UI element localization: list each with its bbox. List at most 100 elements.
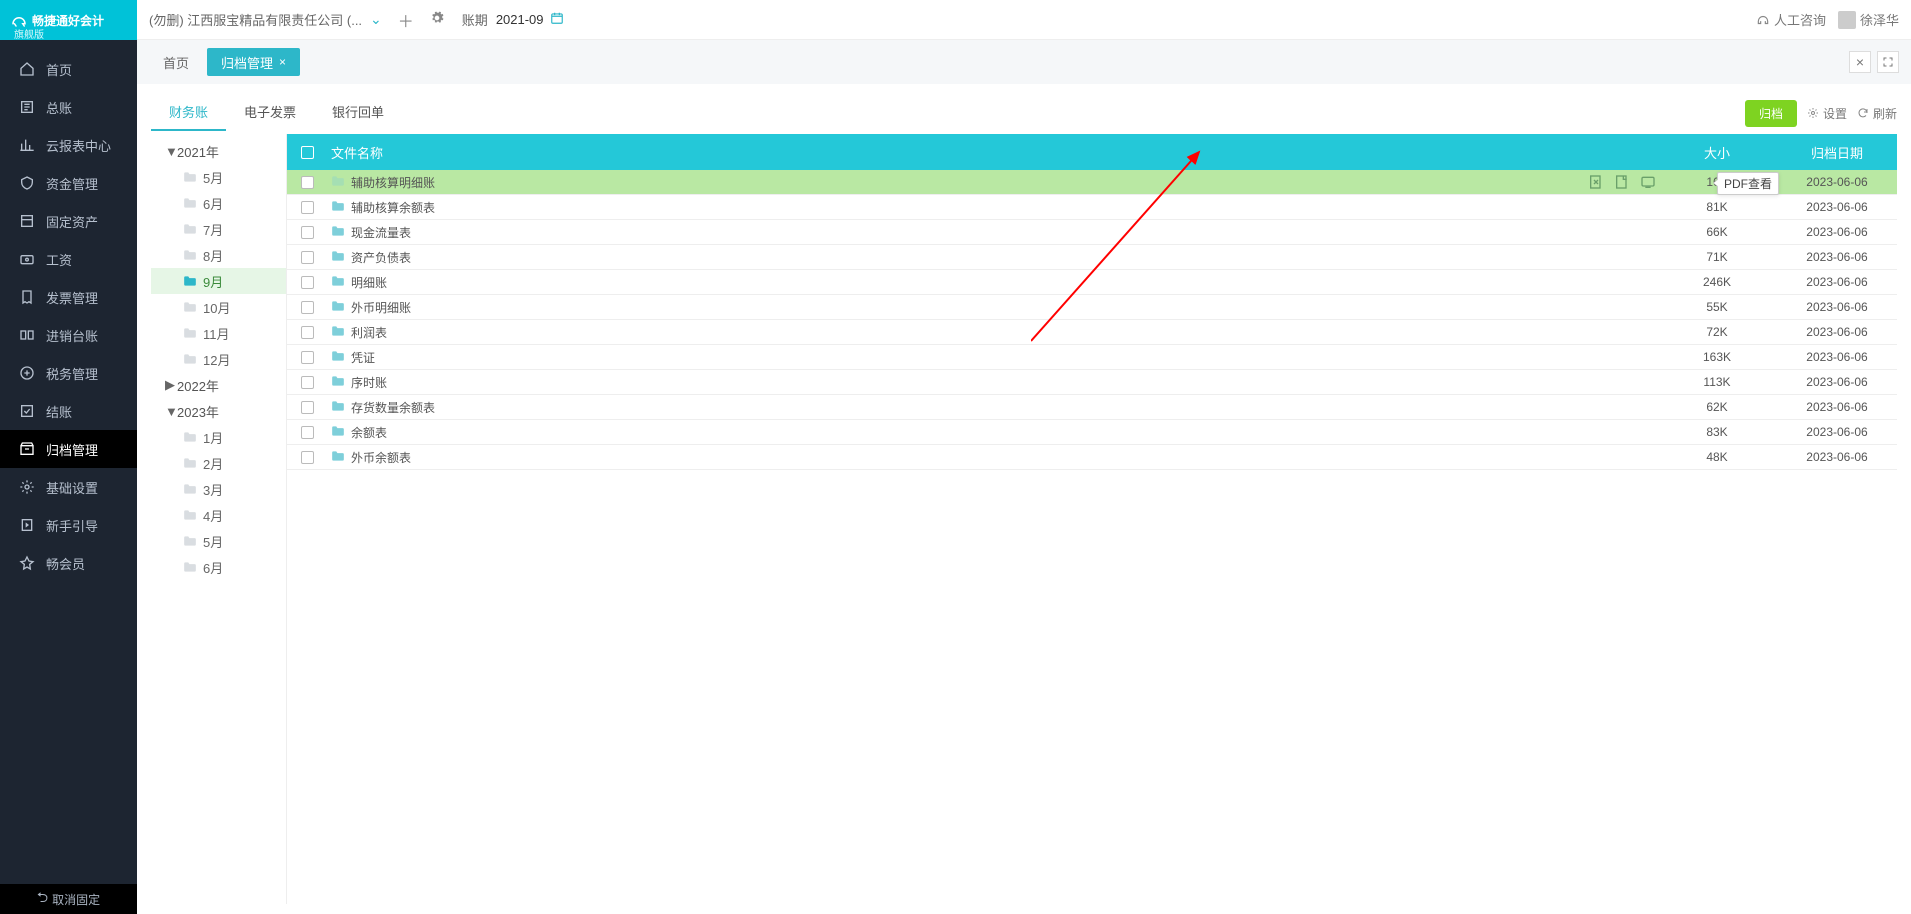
- tree-month[interactable]: 10月: [151, 294, 286, 320]
- sidebar-item-archive[interactable]: 归档管理: [0, 430, 137, 468]
- tree-month[interactable]: 3月: [151, 476, 286, 502]
- close-tab-icon[interactable]: ×: [279, 55, 286, 69]
- sidebar-item-label: 工资: [46, 250, 72, 269]
- tree-month[interactable]: 6月: [151, 190, 286, 216]
- tree-month[interactable]: 11月: [151, 320, 286, 346]
- subtab-0[interactable]: 财务账: [151, 94, 226, 131]
- calendar-icon[interactable]: [550, 11, 564, 28]
- folder-icon: [331, 225, 351, 240]
- sidebar-item-assets[interactable]: 固定资产: [0, 202, 137, 240]
- tab-home[interactable]: 首页: [149, 48, 203, 76]
- table-row[interactable]: 外币明细账55K2023-06-06: [287, 295, 1897, 320]
- row-checkbox[interactable]: [301, 301, 314, 314]
- add-company-button[interactable]: ＋: [398, 8, 414, 32]
- sidebar-item-member[interactable]: 畅会员: [0, 544, 137, 582]
- tab-home-label: 首页: [163, 53, 189, 72]
- tree-month[interactable]: 9月: [151, 268, 286, 294]
- sidebar-item-salary[interactable]: 工资: [0, 240, 137, 278]
- close-all-tabs-button[interactable]: ×: [1849, 51, 1871, 73]
- file-size: 72K: [1657, 325, 1777, 339]
- file-size: 66K: [1657, 225, 1777, 239]
- tree-month[interactable]: 2月: [151, 450, 286, 476]
- invoice-icon: [18, 288, 36, 306]
- table-row[interactable]: 现金流量表66K2023-06-06: [287, 220, 1897, 245]
- download-pdf-icon[interactable]: [1613, 173, 1631, 191]
- tree-month-label: 1月: [203, 428, 223, 447]
- table-row[interactable]: 明细账246K2023-06-06: [287, 270, 1897, 295]
- folder-icon: [183, 353, 197, 365]
- company-settings-icon[interactable]: [430, 11, 444, 28]
- download-excel-icon[interactable]: [1587, 173, 1605, 191]
- sidebar-item-tax[interactable]: 税务管理: [0, 354, 137, 392]
- select-all-checkbox[interactable]: [301, 146, 314, 159]
- fullscreen-button[interactable]: [1877, 51, 1899, 73]
- row-checkbox[interactable]: [301, 451, 314, 464]
- tree-month[interactable]: 12月: [151, 346, 286, 372]
- tree-month[interactable]: 4月: [151, 502, 286, 528]
- sidebar-item-guide[interactable]: 新手引导: [0, 506, 137, 544]
- sidebar-item-label: 进销台账: [46, 326, 98, 345]
- tree-month[interactable]: 7月: [151, 216, 286, 242]
- table-row[interactable]: 外币余额表48K2023-06-06: [287, 445, 1897, 470]
- sidebar-item-funds[interactable]: 资金管理: [0, 164, 137, 202]
- sidebar-item-reports[interactable]: 云报表中心: [0, 126, 137, 164]
- subtab-1[interactable]: 电子发票: [226, 94, 314, 131]
- row-checkbox[interactable]: [301, 401, 314, 414]
- tree-year-label: 2021年: [177, 142, 219, 161]
- tab-archive[interactable]: 归档管理 ×: [207, 48, 300, 76]
- folder-icon: [331, 300, 351, 315]
- tree-month[interactable]: 8月: [151, 242, 286, 268]
- row-checkbox[interactable]: [301, 176, 314, 189]
- table-row[interactable]: 余额表83K2023-06-06: [287, 420, 1897, 445]
- row-checkbox[interactable]: [301, 276, 314, 289]
- subtab-2[interactable]: 银行回单: [314, 94, 402, 131]
- sidebar-item-label: 基础设置: [46, 478, 98, 497]
- period-value[interactable]: 2021-09: [496, 12, 544, 27]
- file-name: 外币明细账: [351, 299, 411, 316]
- table-row[interactable]: 辅助核算余额表81K2023-06-06: [287, 195, 1897, 220]
- arrow-left-icon: ⮌: [37, 887, 48, 911]
- tree-month[interactable]: 1月: [151, 424, 286, 450]
- file-name: 存货数量余额表: [351, 399, 435, 416]
- tree-month[interactable]: 6月: [151, 554, 286, 580]
- view-pdf-icon[interactable]: [1639, 173, 1657, 191]
- chevron-down-icon[interactable]: ⌄: [370, 11, 382, 28]
- user-menu[interactable]: 徐泽华: [1838, 10, 1899, 29]
- sidebar-item-close[interactable]: 结账: [0, 392, 137, 430]
- row-checkbox[interactable]: [301, 426, 314, 439]
- tree-month[interactable]: 5月: [151, 528, 286, 554]
- sidebar-item-stock[interactable]: 进销台账: [0, 316, 137, 354]
- company-selector[interactable]: (勿删) 江西服宝精品有限责任公司 (...: [149, 10, 362, 29]
- sidebar-item-home[interactable]: 首页: [0, 50, 137, 88]
- archive-button[interactable]: 归档: [1745, 100, 1797, 127]
- table-row[interactable]: 利润表72K2023-06-06: [287, 320, 1897, 345]
- help-support[interactable]: 人工咨询: [1756, 10, 1826, 29]
- gear-icon: [1807, 107, 1819, 119]
- table-row[interactable]: 资产负债表71K2023-06-06: [287, 245, 1897, 270]
- row-checkbox[interactable]: [301, 351, 314, 364]
- table-row[interactable]: 辅助核算明细账PDF查看16K2023-06-06: [287, 170, 1897, 195]
- sidebar-item-settings[interactable]: 基础设置: [0, 468, 137, 506]
- row-checkbox[interactable]: [301, 226, 314, 239]
- table-row[interactable]: 存货数量余额表62K2023-06-06: [287, 395, 1897, 420]
- refresh-button[interactable]: 刷新: [1857, 105, 1897, 122]
- row-checkbox[interactable]: [301, 251, 314, 264]
- table-row[interactable]: 序时账113K2023-06-06: [287, 370, 1897, 395]
- table-row[interactable]: 凭证163K2023-06-06: [287, 345, 1897, 370]
- row-checkbox[interactable]: [301, 201, 314, 214]
- sidebar-item-invoice[interactable]: 发票管理: [0, 278, 137, 316]
- archive-icon: [18, 440, 36, 458]
- unpin-sidebar[interactable]: ⮌ 取消固定: [0, 884, 137, 914]
- file-size: 48K: [1657, 450, 1777, 464]
- folder-icon: [183, 275, 197, 287]
- row-checkbox[interactable]: [301, 376, 314, 389]
- tree-year[interactable]: ▶2022年: [151, 372, 286, 398]
- file-name: 利润表: [351, 324, 387, 341]
- settings-button[interactable]: 设置: [1807, 105, 1847, 122]
- file-name: 外币余额表: [351, 449, 411, 466]
- sidebar-item-ledger[interactable]: 总账: [0, 88, 137, 126]
- tree-year[interactable]: ▼2023年: [151, 398, 286, 424]
- tree-year[interactable]: ▼2021年: [151, 138, 286, 164]
- tree-month[interactable]: 5月: [151, 164, 286, 190]
- row-checkbox[interactable]: [301, 326, 314, 339]
